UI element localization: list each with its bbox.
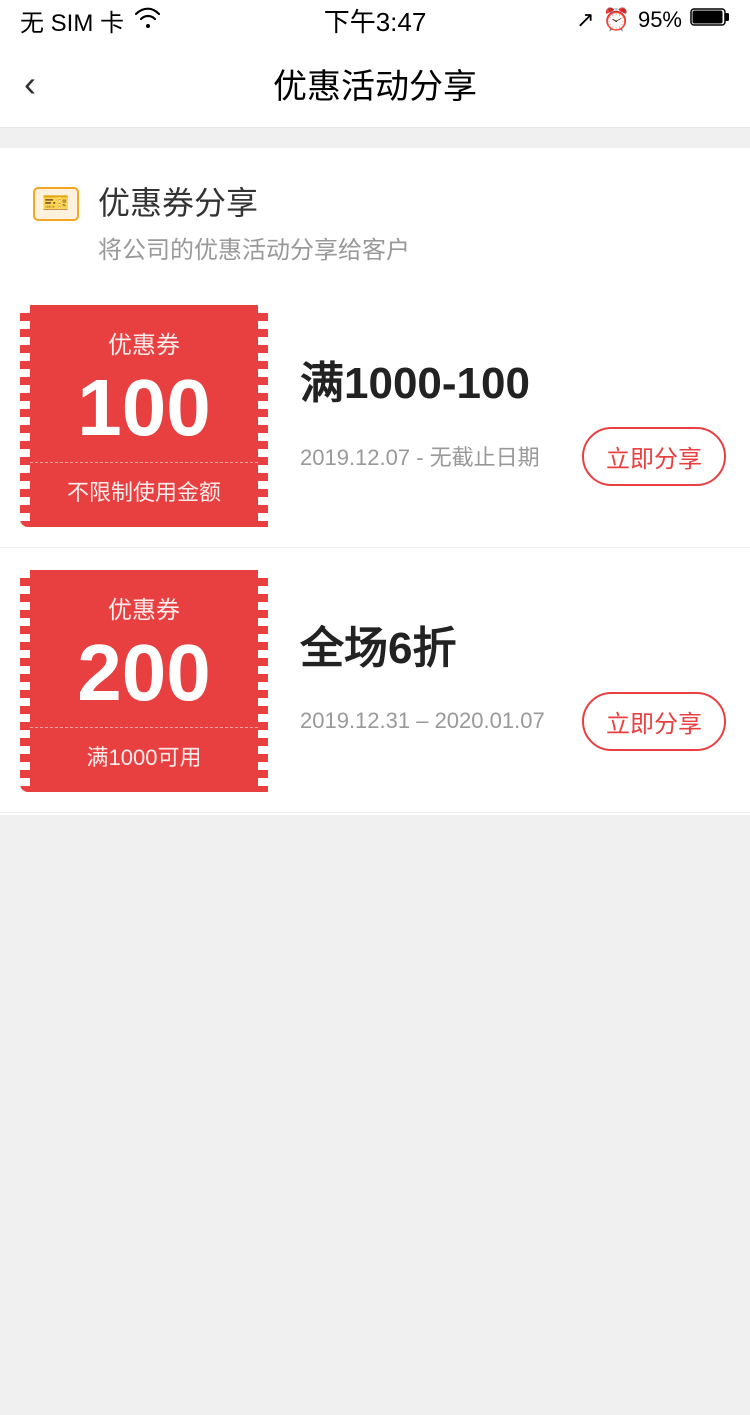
share-button-1[interactable]: 立即分享 bbox=[582, 427, 726, 486]
coupon-label-2: 优惠券 bbox=[108, 590, 180, 625]
coupon-date-2: 2019.12.31 – 2020.01.07 bbox=[300, 708, 545, 734]
status-bar: 无 SIM 卡 下午3:47 ↗ ⏰ 95% bbox=[0, 0, 750, 40]
coupon-condition-1: 不限制使用金额 bbox=[67, 475, 221, 507]
share-button-2[interactable]: 立即分享 bbox=[582, 692, 726, 751]
coupon-amount-1: 100 bbox=[77, 368, 210, 448]
bottom-area bbox=[0, 815, 750, 1415]
coupon-name-1: 满1000-100 bbox=[300, 347, 726, 411]
nav-bar: ‹ 优惠活动分享 bbox=[0, 40, 750, 128]
coupon-date-1: 2019.12.07 - 无截止日期 bbox=[300, 440, 540, 472]
location-icon: ↗ bbox=[576, 7, 594, 33]
coupon-name-2: 全场6折 bbox=[300, 612, 726, 676]
wifi-icon bbox=[134, 6, 162, 35]
coupon-item-1: 优惠券 100 不限制使用金额 满1000-100 2019.12.07 - 无… bbox=[0, 285, 750, 548]
carrier-text: 无 SIM 卡 bbox=[20, 3, 124, 38]
coupon-divider-2 bbox=[30, 727, 258, 728]
alarm-icon: ⏰ bbox=[603, 7, 630, 33]
svg-text:🎫: 🎫 bbox=[42, 190, 69, 215]
coupon-item-2: 优惠券 200 满1000可用 全场6折 2019.12.31 – 2020.0… bbox=[0, 550, 750, 813]
section-title: 优惠券分享 bbox=[98, 178, 410, 224]
section-header: 🎫 优惠券分享 将公司的优惠活动分享给客户 bbox=[0, 148, 750, 285]
coupon-condition-2: 满1000可用 bbox=[87, 740, 202, 772]
back-button[interactable]: ‹ bbox=[24, 63, 36, 105]
section-subtitle: 将公司的优惠活动分享给客户 bbox=[98, 230, 410, 265]
coupon-left-1: 优惠券 100 不限制使用金额 bbox=[20, 305, 268, 527]
coupon-meta-2: 2019.12.31 – 2020.01.07 立即分享 bbox=[300, 692, 726, 751]
status-right: ↗ ⏰ 95% bbox=[576, 7, 730, 33]
coupon-right-1: 满1000-100 2019.12.07 - 无截止日期 立即分享 bbox=[268, 305, 750, 527]
battery-text: 95% bbox=[638, 7, 682, 33]
status-time: 下午3:47 bbox=[324, 2, 427, 39]
coupon-list: 优惠券 100 不限制使用金额 满1000-100 2019.12.07 - 无… bbox=[0, 285, 750, 815]
coupon-left-2: 优惠券 200 满1000可用 bbox=[20, 570, 268, 792]
status-left: 无 SIM 卡 bbox=[20, 3, 162, 38]
coupon-amount-2: 200 bbox=[77, 633, 210, 713]
section-icon: 🎫 bbox=[30, 178, 82, 230]
coupon-divider-1 bbox=[30, 462, 258, 463]
coupon-label-1: 优惠券 bbox=[108, 325, 180, 360]
coupon-meta-1: 2019.12.07 - 无截止日期 立即分享 bbox=[300, 427, 726, 486]
page-title: 优惠活动分享 bbox=[273, 59, 477, 108]
section-text-group: 优惠券分享 将公司的优惠活动分享给客户 bbox=[98, 178, 410, 265]
coupon-right-2: 全场6折 2019.12.31 – 2020.01.07 立即分享 bbox=[268, 570, 750, 792]
battery-icon bbox=[690, 7, 730, 33]
